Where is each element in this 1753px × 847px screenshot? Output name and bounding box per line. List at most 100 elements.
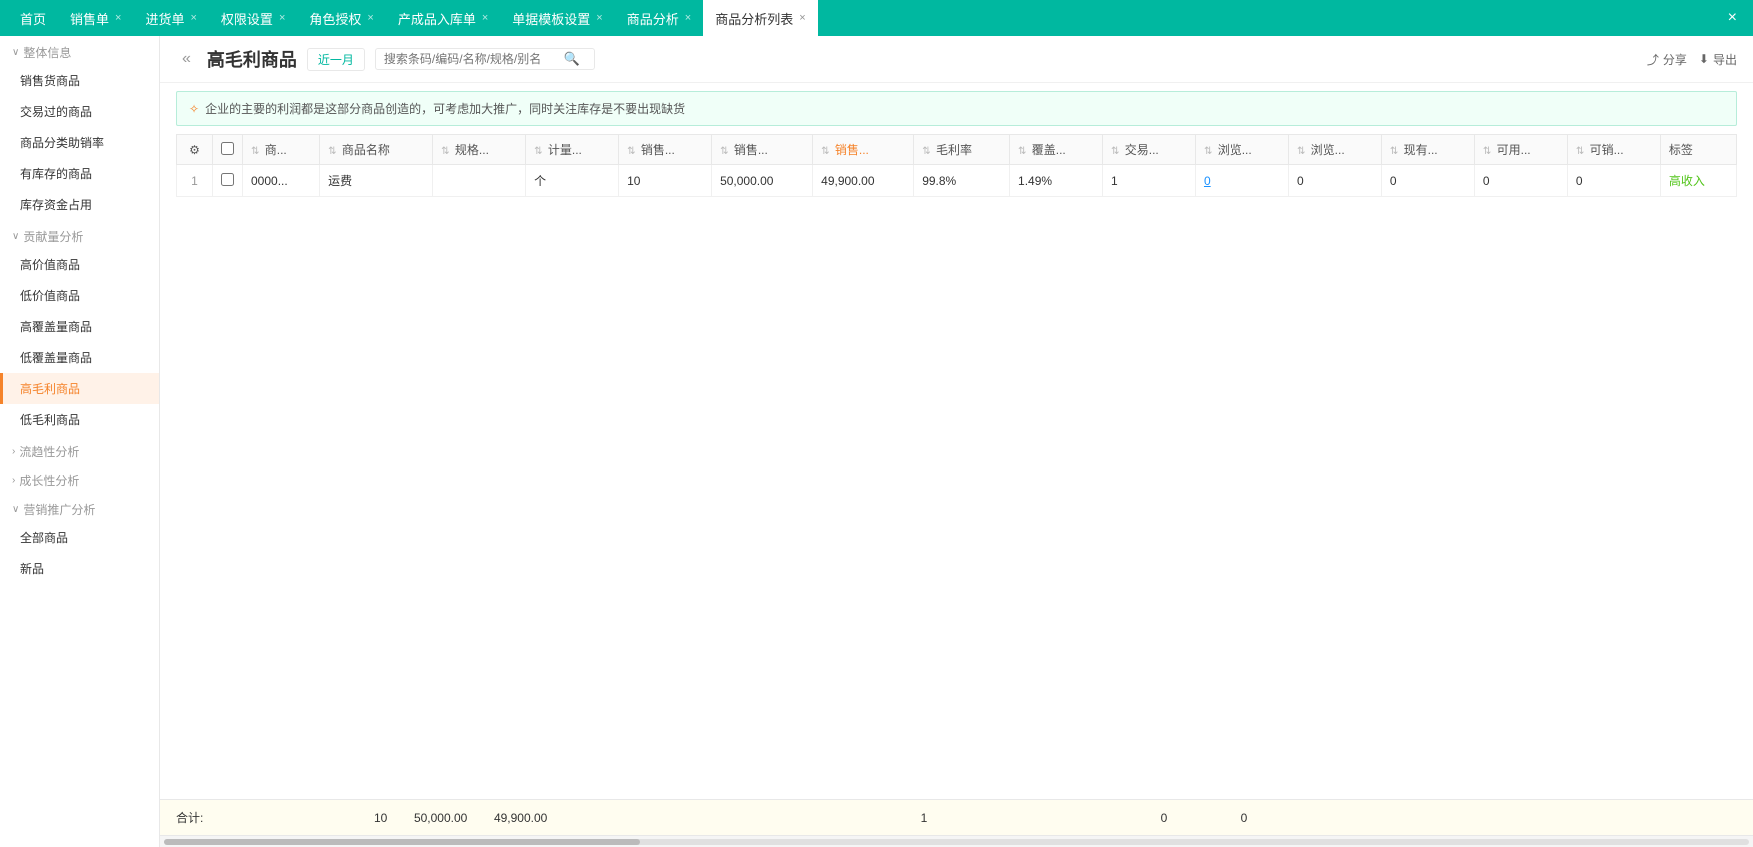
sidebar-item-low-margin[interactable]: 低毛利商品 — [0, 404, 159, 435]
close-product-analysis-list[interactable]: × — [799, 12, 805, 24]
sidebar-item-traded-goods[interactable]: 交易过的商品 — [0, 96, 159, 127]
sort-icon-sales-qty: ⇅ — [627, 146, 635, 157]
search-icon[interactable]: 🔍 — [564, 51, 580, 67]
cell-current-stock: 0 — [1381, 165, 1474, 197]
sidebar-item-high-value[interactable]: 高价值商品 — [0, 249, 159, 280]
sidebar-item-in-stock-goods[interactable]: 有库存的商品 — [0, 158, 159, 189]
top-nav: 首页 销售单 × 进货单 × 权限设置 × 角色授权 × 产成品入库单 × 单据… — [0, 0, 1753, 36]
cell-available: 0 — [1474, 165, 1567, 197]
settings-icon[interactable]: ⚙ — [189, 143, 200, 157]
close-role-auth[interactable]: × — [367, 12, 373, 24]
sidebar-item-all-goods[interactable]: 全部商品 — [0, 522, 159, 553]
flow-arrow: › — [12, 446, 15, 457]
nav-home[interactable]: 首页 — [8, 0, 58, 36]
footer-spacer2 — [943, 811, 1103, 825]
contribution-arrow: ∨ — [12, 231, 19, 242]
sort-icon-gross-margin: ⇅ — [922, 146, 930, 157]
sort-icon-unit: ⇅ — [534, 146, 542, 157]
share-button[interactable]: ⤴ 分享 — [1647, 51, 1687, 68]
close-all-tabs[interactable]: × — [1720, 9, 1745, 27]
period-button[interactable]: 近一月 — [307, 48, 365, 71]
sidebar-group-growth[interactable]: › 成长性分析 — [0, 464, 159, 493]
sidebar-item-category-rate[interactable]: 商品分类助销率 — [0, 127, 159, 158]
nav-template-settings[interactable]: 单据模板设置 × — [500, 0, 614, 36]
sidebar-group-marketing[interactable]: ∨ 营销推广分析 — [0, 493, 159, 522]
col-spec[interactable]: ⇅ 规格... — [433, 135, 526, 165]
close-template-settings[interactable]: × — [596, 12, 602, 24]
bottom-scrollbar[interactable] — [160, 835, 1753, 847]
header-actions: ⤴ 分享 ⬇ 导出 — [1647, 51, 1737, 68]
row-checkbox[interactable] — [221, 173, 234, 186]
sidebar-item-high-margin[interactable]: 高毛利商品 — [0, 373, 159, 404]
table-row: 1 0000... 运费 个 10 50,000.00 49,900.00 99… — [177, 165, 1737, 197]
col-browse2[interactable]: ⇅ 浏览... — [1288, 135, 1381, 165]
nav-product-inbound[interactable]: 产成品入库单 × — [386, 0, 500, 36]
close-product-inbound[interactable]: × — [482, 12, 488, 24]
cell-sales-profit: 49,900.00 — [813, 165, 914, 197]
col-saleable[interactable]: ⇅ 可销... — [1567, 135, 1660, 165]
export-button[interactable]: ⬇ 导出 — [1699, 51, 1737, 68]
col-available[interactable]: ⇅ 可用... — [1474, 135, 1567, 165]
info-icon: ✧ — [189, 102, 199, 116]
content-area: « 高毛利商品 近一月 🔍 ⤴ 分享 ⬇ 导出 ✧ 企业的主要的利润都是这部 — [160, 36, 1753, 847]
data-table: ⚙ ⇅ 商... ⇅ 商品名称 — [176, 134, 1737, 197]
page-title: 高毛利商品 — [207, 46, 297, 72]
nav-purchase-order[interactable]: 进货单 × — [133, 0, 208, 36]
row-checkbox-cell — [213, 165, 243, 197]
footer-sales-qty: 10 — [323, 811, 403, 825]
info-text: 企业的主要的利润都是这部分商品创造的，可考虑加大推广，同时关注库存是不要出现缺货 — [205, 100, 685, 117]
growth-arrow: › — [12, 475, 15, 486]
sidebar-collapse-btn[interactable]: « — [176, 48, 197, 70]
scrollbar-track — [164, 839, 1749, 845]
sidebar-item-low-value[interactable]: 低价值商品 — [0, 280, 159, 311]
col-code[interactable]: ⇅ 商... — [243, 135, 320, 165]
col-unit[interactable]: ⇅ 计量... — [526, 135, 619, 165]
sidebar-group-flow[interactable]: › 流趋性分析 — [0, 435, 159, 464]
nav-permission-settings[interactable]: 权限设置 × — [209, 0, 297, 36]
sort-icon-coverage: ⇅ — [1018, 146, 1026, 157]
nav-sales-order[interactable]: 销售单 × — [58, 0, 133, 36]
sidebar-item-stock-capital[interactable]: 库存资金占用 — [0, 189, 159, 220]
cell-saleable: 0 — [1567, 165, 1660, 197]
sort-icon-available: ⇅ — [1483, 146, 1491, 157]
col-tag[interactable]: 标签 — [1660, 135, 1736, 165]
col-browse1[interactable]: ⇅ 浏览... — [1195, 135, 1288, 165]
col-sales-qty[interactable]: ⇅ 销售... — [619, 135, 712, 165]
col-name[interactable]: ⇅ 商品名称 — [320, 135, 433, 165]
sidebar-group-overall[interactable]: ∨ 整体信息 — [0, 36, 159, 65]
sidebar-item-sales-goods[interactable]: 销售货商品 — [0, 65, 159, 96]
col-gross-margin[interactable]: ⇅ 毛利率 — [914, 135, 1010, 165]
select-all-checkbox[interactable] — [221, 142, 234, 155]
footer-sales-profit: 49,900.00 — [483, 811, 563, 825]
close-permission-settings[interactable]: × — [279, 12, 285, 24]
col-sales-profit[interactable]: ⇅ 销售... — [813, 135, 914, 165]
col-transaction[interactable]: ⇅ 交易... — [1103, 135, 1196, 165]
sidebar-group-contribution[interactable]: ∨ 贡献量分析 — [0, 220, 159, 249]
cell-tag: 高收入 — [1660, 165, 1736, 197]
nav-role-auth[interactable]: 角色授权 × — [297, 0, 385, 36]
sidebar-item-new-goods[interactable]: 新品 — [0, 553, 159, 584]
cell-spec — [433, 165, 526, 197]
close-purchase-order[interactable]: × — [190, 12, 196, 24]
col-current-stock[interactable]: ⇅ 现有... — [1381, 135, 1474, 165]
cell-gross-margin: 99.8% — [914, 165, 1010, 197]
sort-icon-sales-amount: ⇅ — [720, 146, 728, 157]
search-input[interactable] — [384, 52, 564, 66]
sidebar: ∨ 整体信息 销售货商品 交易过的商品 商品分类助销率 有库存的商品 库存资金占… — [0, 36, 160, 847]
close-sales-order[interactable]: × — [115, 12, 121, 24]
col-sales-amount[interactable]: ⇅ 销售... — [712, 135, 813, 165]
sidebar-item-high-coverage[interactable]: 高覆盖量商品 — [0, 311, 159, 342]
scrollbar-thumb[interactable] — [164, 839, 640, 845]
table-header-row: ⚙ ⇅ 商... ⇅ 商品名称 — [177, 135, 1737, 165]
row-number: 1 — [177, 165, 213, 197]
sidebar-item-low-coverage[interactable]: 低覆盖量商品 — [0, 342, 159, 373]
col-coverage[interactable]: ⇅ 覆盖... — [1010, 135, 1103, 165]
table-wrapper: ⚙ ⇅ 商... ⇅ 商品名称 — [160, 134, 1753, 799]
nav-product-analysis-list[interactable]: 商品分析列表 × — [703, 0, 817, 36]
cell-browse1[interactable]: 0 — [1195, 165, 1288, 197]
sort-icon-code: ⇅ — [251, 146, 259, 157]
footer-available: 0 — [1183, 811, 1263, 825]
col-settings[interactable]: ⚙ — [177, 135, 213, 165]
nav-product-analysis[interactable]: 商品分析 × — [615, 0, 703, 36]
close-product-analysis[interactable]: × — [685, 12, 691, 24]
